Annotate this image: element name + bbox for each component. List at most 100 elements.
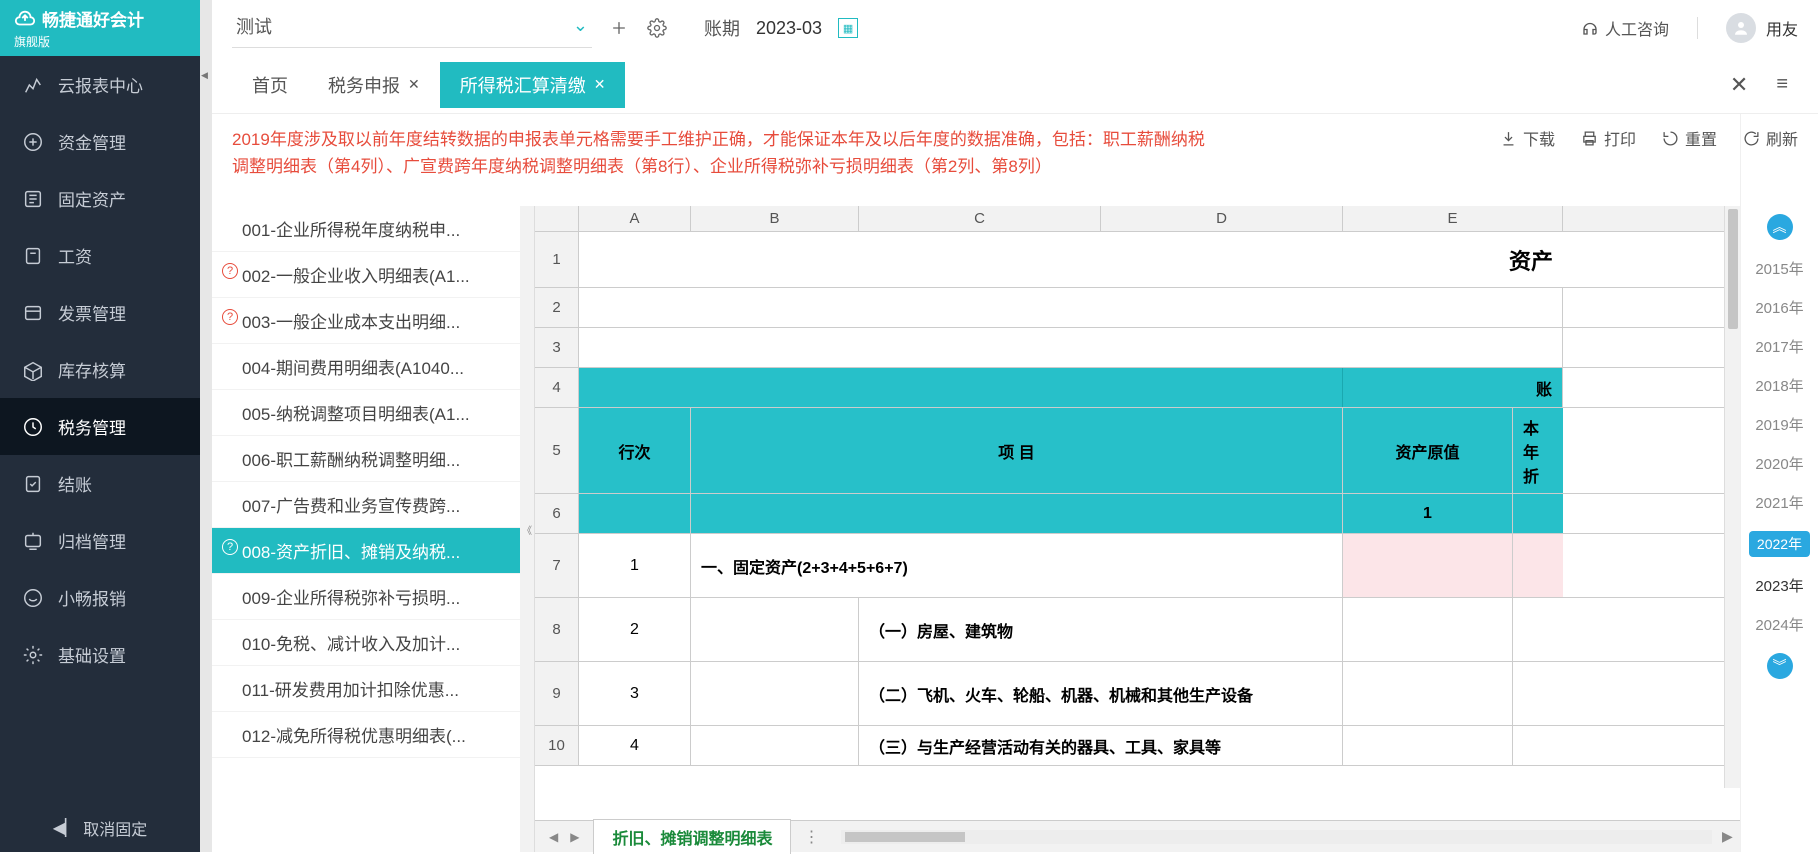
- cell[interactable]: [579, 494, 691, 533]
- nav-item[interactable]: 工资: [0, 227, 200, 284]
- form-item[interactable]: 006-职工薪酬纳税调整明细...: [212, 436, 520, 482]
- line-no[interactable]: 4: [579, 726, 691, 765]
- calendar-icon[interactable]: ▦: [838, 18, 858, 38]
- account-select[interactable]: 测试 ⌄: [232, 9, 592, 48]
- cell[interactable]: [579, 288, 1563, 327]
- line-no[interactable]: 2: [579, 598, 691, 661]
- form-item[interactable]: 011-研发费用加计扣除优惠...: [212, 666, 520, 712]
- refresh-button[interactable]: 刷新: [1743, 126, 1798, 150]
- row-header[interactable]: 7: [535, 534, 579, 598]
- col-header-A[interactable]: A: [579, 206, 691, 231]
- cell[interactable]: [1513, 494, 1563, 533]
- nav-item[interactable]: 库存核算: [0, 341, 200, 398]
- sidebar-collapse-handle[interactable]: [200, 0, 212, 852]
- tab-close-icon[interactable]: ✕: [594, 76, 606, 93]
- cell[interactable]: [691, 598, 859, 661]
- nav-item[interactable]: 结账: [0, 455, 200, 512]
- tabs-menu-icon[interactable]: ≡: [1766, 73, 1798, 96]
- row-header[interactable]: 6: [535, 494, 579, 534]
- form-item[interactable]: 005-纳税调整项目明细表(A1...: [212, 390, 520, 436]
- sheet-nav[interactable]: ◀▶: [535, 830, 593, 844]
- form-item[interactable]: 002-一般企业收入明细表(A1...: [212, 252, 520, 298]
- cell[interactable]: [691, 494, 1343, 533]
- tabs-close-all[interactable]: ✕: [1720, 72, 1758, 98]
- cell[interactable]: [1513, 598, 1563, 661]
- cell[interactable]: [1343, 598, 1513, 661]
- year-item[interactable]: 2021年: [1755, 492, 1803, 513]
- year-item[interactable]: 2015年: [1755, 258, 1803, 279]
- header-item[interactable]: 项 目: [691, 408, 1343, 493]
- cell[interactable]: [1513, 726, 1563, 765]
- add-icon[interactable]: [608, 17, 630, 39]
- cell[interactable]: [1343, 534, 1513, 597]
- cell[interactable]: [579, 328, 1563, 367]
- vertical-scrollbar[interactable]: [1724, 206, 1740, 788]
- print-button[interactable]: 打印: [1581, 126, 1636, 150]
- item-text[interactable]: 一、固定资产(2+3+4+5+6+7): [691, 534, 1343, 597]
- nav-item[interactable]: 固定资产: [0, 170, 200, 227]
- row-header[interactable]: 4: [535, 368, 579, 408]
- form-item[interactable]: 004-期间费用明细表(A1040...: [212, 344, 520, 390]
- rail-toggle-down-icon[interactable]: ︾: [1767, 653, 1793, 679]
- download-button[interactable]: 下载: [1500, 126, 1555, 150]
- sheet-tab[interactable]: 折旧、摊销调整明细表: [593, 819, 791, 854]
- form-item[interactable]: 003-一般企业成本支出明细...: [212, 298, 520, 344]
- reset-button[interactable]: 重置: [1662, 126, 1717, 150]
- help-link[interactable]: 人工咨询: [1581, 16, 1669, 40]
- col-number[interactable]: 1: [1343, 494, 1513, 533]
- nav-item[interactable]: 发票管理: [0, 284, 200, 341]
- header-accounts[interactable]: 账: [1343, 368, 1563, 407]
- form-item[interactable]: 008-资产折旧、摊销及纳税...: [212, 528, 520, 574]
- year-item[interactable]: 2023年: [1755, 575, 1803, 596]
- year-item[interactable]: 2020年: [1755, 453, 1803, 474]
- row-header[interactable]: 3: [535, 328, 579, 368]
- col-header-C[interactable]: C: [859, 206, 1101, 231]
- year-item[interactable]: 2019年: [1755, 414, 1803, 435]
- form-item[interactable]: 009-企业所得税弥补亏损明...: [212, 574, 520, 620]
- col-header-D[interactable]: D: [1101, 206, 1343, 231]
- cell[interactable]: [1513, 534, 1563, 597]
- tab[interactable]: 首页: [232, 62, 308, 108]
- nav-item[interactable]: 资金管理: [0, 113, 200, 170]
- sheet-expand-icon[interactable]: ▶: [1722, 828, 1740, 845]
- row-header[interactable]: 2: [535, 288, 579, 328]
- user-menu[interactable]: 用友: [1726, 13, 1798, 43]
- nav-item[interactable]: 税务管理: [0, 398, 200, 455]
- year-item[interactable]: 2018年: [1755, 375, 1803, 396]
- form-item[interactable]: 012-减免所得税优惠明细表(...: [212, 712, 520, 758]
- sidebar-unpin[interactable]: ◀▏取消固定: [0, 804, 200, 852]
- form-item[interactable]: 007-广告费和业务宣传费跨...: [212, 482, 520, 528]
- header-cost[interactable]: 资产原值: [1343, 408, 1513, 493]
- cell[interactable]: [1343, 662, 1513, 725]
- cell[interactable]: [691, 662, 859, 725]
- line-no[interactable]: 1: [579, 534, 691, 597]
- col-header-E[interactable]: E: [1343, 206, 1563, 231]
- header-depr[interactable]: 本年折: [1513, 408, 1563, 493]
- header-line[interactable]: 行次: [579, 408, 691, 493]
- tab-close-icon[interactable]: ✕: [408, 76, 420, 93]
- row-header[interactable]: 9: [535, 662, 579, 726]
- item-text[interactable]: （三）与生产经营活动有关的器具、工具、家具等: [859, 726, 1343, 765]
- rail-toggle-up-icon[interactable]: ︽: [1767, 214, 1793, 240]
- year-item[interactable]: 2024年: [1755, 614, 1803, 635]
- sheet-corner[interactable]: [535, 206, 579, 231]
- row-header[interactable]: 10: [535, 726, 579, 766]
- horizontal-scrollbar[interactable]: [841, 830, 1712, 844]
- item-text[interactable]: （二）飞机、火车、轮船、机器、机械和其他生产设备: [859, 662, 1343, 725]
- year-item[interactable]: 2017年: [1755, 336, 1803, 357]
- form-list-collapse[interactable]: 《: [520, 206, 534, 852]
- row-header[interactable]: 1: [535, 232, 579, 288]
- form-item[interactable]: 001-企业所得税年度纳税申...: [212, 206, 520, 252]
- cell[interactable]: [1513, 662, 1563, 725]
- cell[interactable]: [1343, 726, 1513, 765]
- row-header[interactable]: 8: [535, 598, 579, 662]
- tab[interactable]: 所得税汇算清缴✕: [440, 62, 626, 108]
- gear-icon[interactable]: [646, 17, 668, 39]
- row-header[interactable]: 5: [535, 408, 579, 494]
- nav-item[interactable]: 小畅报销: [0, 569, 200, 626]
- form-item[interactable]: 010-免税、减计收入及加计...: [212, 620, 520, 666]
- nav-item[interactable]: 基础设置: [0, 626, 200, 683]
- year-item[interactable]: 2016年: [1755, 297, 1803, 318]
- nav-item[interactable]: 云报表中心: [0, 56, 200, 113]
- nav-item[interactable]: 归档管理: [0, 512, 200, 569]
